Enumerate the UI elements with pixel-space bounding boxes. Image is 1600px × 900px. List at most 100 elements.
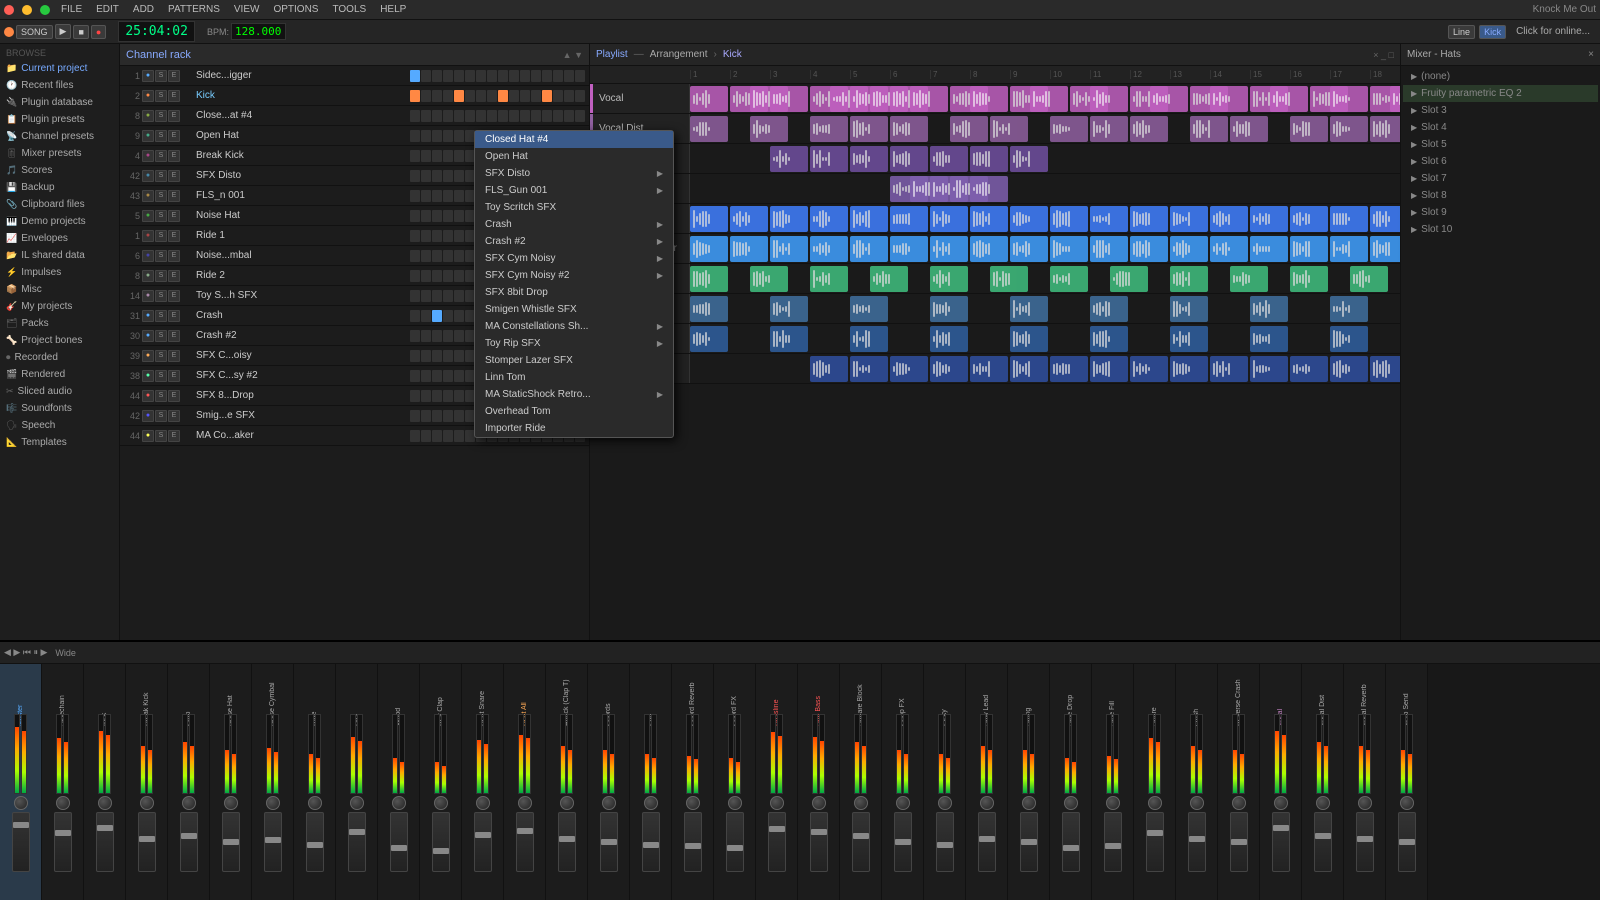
dropdown-item-15[interactable]: MA StaticShock Retro... ▶: [475, 386, 673, 403]
step-pad-14-2[interactable]: [432, 350, 442, 362]
mixer-fader-handle-10[interactable]: [433, 848, 449, 854]
step-pad-10-1[interactable]: [421, 270, 431, 282]
menu-file[interactable]: FILE: [58, 4, 85, 15]
step-pad-8-4[interactable]: [454, 230, 464, 242]
mixer-ch-2[interactable]: Kick: [84, 664, 126, 900]
menu-options[interactable]: OPTIONS: [270, 4, 321, 15]
ch-mute-8[interactable]: ●: [142, 230, 154, 242]
step-pad-2-8[interactable]: [498, 110, 508, 122]
track-block-4-1[interactable]: [730, 206, 768, 232]
rp-slot-0[interactable]: ▶ (none): [1403, 68, 1598, 85]
mixer-fader-7[interactable]: [306, 812, 324, 872]
step-pad-0-13[interactable]: [553, 70, 563, 82]
mixer-knob-21[interactable]: [896, 796, 910, 810]
mixer-fader-handle-16[interactable]: [685, 843, 701, 849]
mixer-fader-handle-12[interactable]: [517, 828, 533, 834]
step-pad-13-0[interactable]: [410, 330, 420, 342]
step-pad-1-6[interactable]: [476, 90, 486, 102]
mixer-knob-0[interactable]: [14, 796, 28, 810]
track-block-5-15[interactable]: [1290, 236, 1328, 262]
mixer-fader-3[interactable]: [138, 812, 156, 872]
mixer-knob-3[interactable]: [140, 796, 154, 810]
ch-solo-8[interactable]: S: [155, 230, 167, 242]
mixer-fader-handle-33[interactable]: [1399, 839, 1415, 845]
sidebar-item-sliced-audio[interactable]: ✂ Sliced audio: [0, 383, 119, 400]
ch-solo-0[interactable]: S: [155, 70, 167, 82]
track-block-4-7[interactable]: [970, 206, 1008, 232]
mixer-fader-handle-7[interactable]: [307, 842, 323, 848]
mixer-ch-28[interactable]: crash: [1176, 664, 1218, 900]
step-pad-3-0[interactable]: [410, 130, 420, 142]
step-pad-2-0[interactable]: [410, 110, 420, 122]
track-block-8-1[interactable]: [770, 326, 808, 352]
track-block-1-11[interactable]: [1230, 116, 1268, 142]
mixer-fader-handle-6[interactable]: [265, 837, 281, 843]
step-pad-13-4[interactable]: [454, 330, 464, 342]
mixer-fader-handle-3[interactable]: [139, 836, 155, 842]
mixer-fader-20[interactable]: [852, 812, 870, 872]
ch-mute-5[interactable]: ●: [142, 170, 154, 182]
track-block-7-0[interactable]: [690, 296, 728, 322]
dropdown-item-4[interactable]: Toy Scritch SFX: [475, 199, 673, 216]
step-pad-16-4[interactable]: [454, 390, 464, 402]
step-pad-2-9[interactable]: [509, 110, 519, 122]
mixer-knob-15[interactable]: [644, 796, 658, 810]
mixer-fader-10[interactable]: [432, 812, 450, 872]
mixer-knob-7[interactable]: [308, 796, 322, 810]
step-pad-7-4[interactable]: [454, 210, 464, 222]
mixer-fader-23[interactable]: [978, 812, 996, 872]
mixer-knob-8[interactable]: [350, 796, 364, 810]
ch-mute-15[interactable]: ●: [142, 370, 154, 382]
menu-edit[interactable]: EDIT: [93, 4, 122, 15]
sidebar-item-project-bones[interactable]: 🦴 Project bones: [0, 332, 119, 349]
track-block-1-6[interactable]: [990, 116, 1028, 142]
track-block-7-1[interactable]: [770, 296, 808, 322]
track-block-1-8[interactable]: [1090, 116, 1128, 142]
track-block-1-0[interactable]: [690, 116, 728, 142]
mixer-ch-29[interactable]: Reverse Crash: [1218, 664, 1260, 900]
ch-solo-2[interactable]: S: [155, 110, 167, 122]
track-block-2-3[interactable]: [890, 146, 928, 172]
ch-solo-14[interactable]: S: [155, 350, 167, 362]
mixer-fader-handle-29[interactable]: [1231, 839, 1247, 845]
step-pad-10-2[interactable]: [432, 270, 442, 282]
track-block-4-0[interactable]: [690, 206, 728, 232]
mixer-knob-10[interactable]: [434, 796, 448, 810]
track-block-8-8[interactable]: [1330, 326, 1368, 352]
ch-env-5[interactable]: E: [168, 170, 180, 182]
track-block-2-6[interactable]: [1010, 146, 1048, 172]
track-block-9-5[interactable]: [1010, 356, 1048, 382]
ch-solo-17[interactable]: S: [155, 410, 167, 422]
track-block-5-2[interactable]: [770, 236, 808, 262]
step-pad-8-0[interactable]: [410, 230, 420, 242]
dropdown-item-8[interactable]: SFX Cym Noisy #2 ▶: [475, 267, 673, 284]
ch-mute-4[interactable]: ●: [142, 150, 154, 162]
ch-solo-6[interactable]: S: [155, 190, 167, 202]
mixer-fader-handle-24[interactable]: [1021, 839, 1037, 845]
ch-solo-16[interactable]: S: [155, 390, 167, 402]
mixer-fader-handle-26[interactable]: [1105, 843, 1121, 849]
step-pad-4-3[interactable]: [443, 150, 453, 162]
step-pad-5-2[interactable]: [432, 170, 442, 182]
track-block-4-10[interactable]: [1090, 206, 1128, 232]
step-pad-15-1[interactable]: [421, 370, 431, 382]
mixer-knob-6[interactable]: [266, 796, 280, 810]
track-block-7-6[interactable]: [1170, 296, 1208, 322]
rp-slot-4[interactable]: ▶ Slot 5: [1403, 136, 1598, 153]
step-pad-5-0[interactable]: [410, 170, 420, 182]
mixer-fader-29[interactable]: [1230, 812, 1248, 872]
step-pad-5-4[interactable]: [454, 170, 464, 182]
track-block-4-3[interactable]: [810, 206, 848, 232]
step-pad-18-1[interactable]: [421, 430, 431, 442]
sidebar-item-my-projects[interactable]: 🎸 My projects: [0, 298, 119, 315]
step-pad-1-7[interactable]: [487, 90, 497, 102]
menu-add[interactable]: ADD: [130, 4, 157, 15]
track-content-5[interactable]: [690, 234, 1400, 263]
mixer-fader-handle-31[interactable]: [1315, 833, 1331, 839]
maximize-button[interactable]: [40, 5, 50, 15]
sidebar-item-plugin-presets[interactable]: 📋 Plugin presets: [0, 111, 119, 128]
step-pad-18-4[interactable]: [454, 430, 464, 442]
sidebar-item-soundfonts[interactable]: 🎼 Soundfonts: [0, 400, 119, 417]
step-pad-17-3[interactable]: [443, 410, 453, 422]
step-pad-1-12[interactable]: [542, 90, 552, 102]
